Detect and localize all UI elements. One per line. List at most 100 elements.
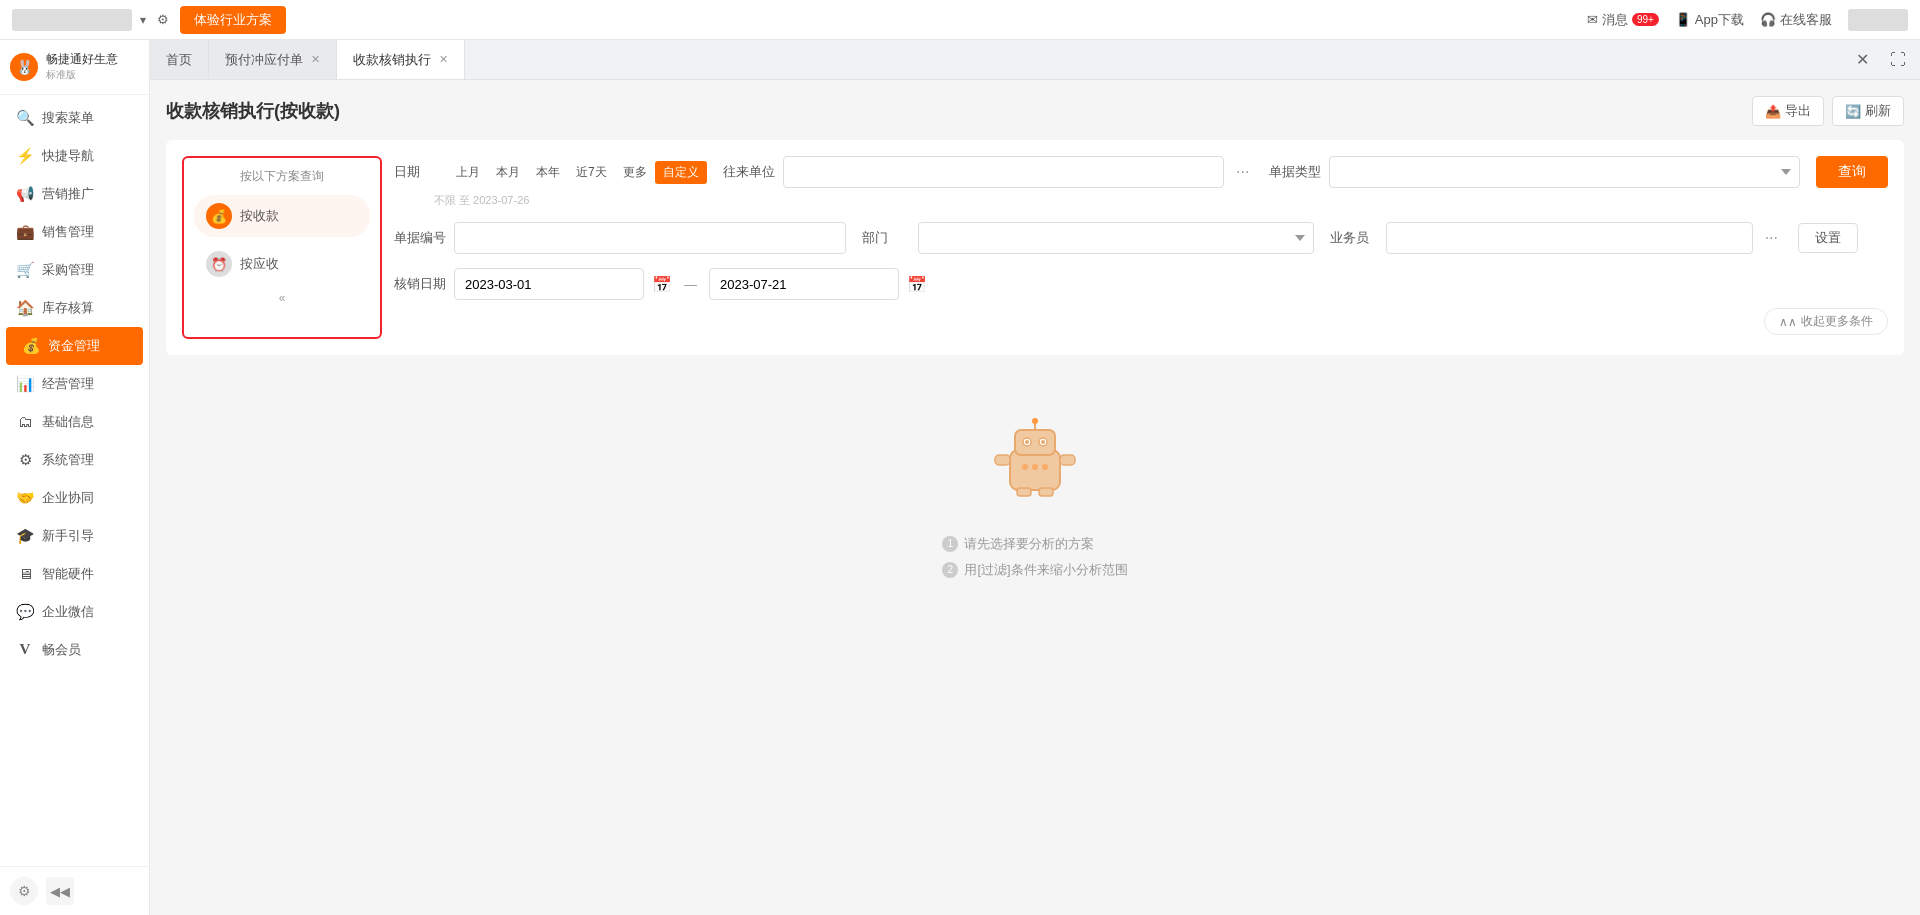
by-receivable-label: 按应收 <box>240 255 279 273</box>
dropdown-arrow: ▾ <box>140 13 146 27</box>
sidebar-label-management: 经营管理 <box>42 375 94 393</box>
service-icon: 🎧 <box>1760 12 1776 27</box>
employee-label: 业务员 <box>1330 229 1378 247</box>
top-bar-dropdown[interactable]: ▾ <box>140 13 146 27</box>
doc-type-label: 单据类型 <box>1269 163 1321 181</box>
tab-payment-verify[interactable]: 收款核销执行 ✕ <box>337 40 465 79</box>
export-label: 导出 <box>1785 102 1811 120</box>
filter-group-date: 日期 上月 本月 本年 近7天 更多 自定义 <box>394 161 707 184</box>
sidebar-item-sales[interactable]: 💼 销售管理 <box>0 213 149 251</box>
service-label: 在线客服 <box>1780 11 1832 29</box>
by-payment-icon: 💰 <box>206 203 232 229</box>
inventory-icon: 🏠 <box>16 299 34 317</box>
sidebar-item-member[interactable]: V 畅会员 <box>0 631 149 669</box>
svg-rect-14 <box>1039 488 1053 496</box>
filter-scheme-panel: 按以下方案查询 💰 按收款 ⏰ 按应收 « <box>182 156 382 339</box>
date-tabs: 上月 本月 本年 近7天 更多 自定义 <box>448 161 707 184</box>
doc-no-input[interactable] <box>454 222 846 254</box>
search-icon: 🔍 <box>16 109 34 127</box>
query-button[interactable]: 查询 <box>1816 156 1888 188</box>
message-badge: 99+ <box>1632 13 1659 26</box>
verify-date-start-input[interactable] <box>454 268 644 300</box>
solution-button[interactable]: 体验行业方案 <box>180 6 286 34</box>
date-tab-custom[interactable]: 自定义 <box>655 161 707 184</box>
sidebar-item-shortcut[interactable]: ⚡ 快捷导航 <box>0 137 149 175</box>
sidebar-item-wechat[interactable]: 💬 企业微信 <box>0 593 149 631</box>
employee-input[interactable] <box>1386 222 1753 254</box>
date-tab-this-month[interactable]: 本月 <box>488 161 528 184</box>
tab-home[interactable]: 首页 <box>150 40 209 79</box>
tab-payment-verify-label: 收款核销执行 <box>353 51 431 69</box>
cooperation-icon: 🤝 <box>16 489 34 507</box>
sidebar-item-finance[interactable]: 💰 资金管理 <box>6 327 143 365</box>
filter-collapse-btn[interactable]: « <box>194 291 370 305</box>
tip-num-2: 2 <box>942 562 958 578</box>
svg-point-12 <box>1042 464 1048 470</box>
svg-rect-13 <box>1017 488 1031 496</box>
date-hint-text: 不限 至 2023-07-26 <box>434 194 529 206</box>
date-tab-this-year[interactable]: 本年 <box>528 161 568 184</box>
wechat-icon: 💬 <box>16 603 34 621</box>
sidebar-item-basic[interactable]: 🗂 基础信息 <box>0 403 149 441</box>
dept-select[interactable] <box>918 222 1314 254</box>
tab-close-all-button[interactable]: ✕ <box>1848 46 1876 74</box>
sidebar-item-search[interactable]: 🔍 搜索菜单 <box>0 99 149 137</box>
sidebar-label-system: 系统管理 <box>42 451 94 469</box>
sidebar-item-cooperation[interactable]: 🤝 企业协同 <box>0 479 149 517</box>
app-download-item[interactable]: 📱 App下载 <box>1675 11 1744 29</box>
settings-action: 设置 <box>1798 223 1888 253</box>
sidebar-item-guide[interactable]: 🎓 新手引导 <box>0 517 149 555</box>
date-tab-7days[interactable]: 近7天 <box>568 161 615 184</box>
top-bar-gear-icon[interactable]: ⚙ <box>154 11 172 29</box>
user-avatar[interactable] <box>1848 9 1908 31</box>
empty-tip-1: 1 请先选择要分析的方案 <box>942 531 1127 557</box>
tab-prepay-close[interactable]: ✕ <box>311 53 320 66</box>
doc-type-select[interactable] <box>1329 156 1800 188</box>
sidebar: 🐰 畅捷通好生意 标准版 🔍 搜索菜单 ⚡ 快捷导航 📢 营销推广 💼 销售管理 <box>0 40 150 915</box>
sidebar-settings-button[interactable]: ⚙ <box>10 877 38 905</box>
filter-option-by-payment[interactable]: 💰 按收款 <box>194 195 370 237</box>
content-area: 首页 预付冲应付单 ✕ 收款核销执行 ✕ ✕ ⛶ 收款核销执行(按收款) <box>150 40 1920 915</box>
date-hint-row: 不限 至 2023-07-26 <box>434 192 1888 208</box>
export-button[interactable]: 📤 导出 <box>1752 96 1824 126</box>
sales-icon: 💼 <box>16 223 34 241</box>
verify-date-label: 核销日期 <box>394 275 446 293</box>
tab-home-label: 首页 <box>166 51 192 69</box>
sidebar-item-marketing[interactable]: 📢 营销推广 <box>0 175 149 213</box>
filter-option-by-receivable[interactable]: ⏰ 按应收 <box>194 243 370 285</box>
settings-button[interactable]: 设置 <box>1798 223 1858 253</box>
refresh-button[interactable]: 🔄 刷新 <box>1832 96 1904 126</box>
message-item[interactable]: ✉ 消息 99+ <box>1587 11 1659 29</box>
sidebar-label-finance: 资金管理 <box>48 337 100 355</box>
employee-ellipsis-icon[interactable]: ··· <box>1761 229 1782 247</box>
top-bar-right: ✉ 消息 99+ 📱 App下载 🎧 在线客服 <box>1587 9 1908 31</box>
sidebar-item-system[interactable]: ⚙ 系统管理 <box>0 441 149 479</box>
service-item[interactable]: 🎧 在线客服 <box>1760 11 1832 29</box>
tab-prepay[interactable]: 预付冲应付单 ✕ <box>209 40 337 79</box>
main-layout: 🐰 畅捷通好生意 标准版 🔍 搜索菜单 ⚡ 快捷导航 📢 营销推广 💼 销售管理 <box>0 40 1920 915</box>
svg-point-11 <box>1032 464 1038 470</box>
filter-conditions: 日期 上月 本月 本年 近7天 更多 自定义 <box>394 156 1888 339</box>
verify-date-end-cal-icon[interactable]: 📅 <box>907 275 927 294</box>
date-tab-last-month[interactable]: 上月 <box>448 161 488 184</box>
collapse-more-button[interactable]: ∧∧ 收起更多条件 <box>1764 308 1888 335</box>
date-tab-more[interactable]: 更多 <box>615 161 655 184</box>
partner-ellipsis-icon[interactable]: ··· <box>1232 163 1253 181</box>
sidebar-item-inventory[interactable]: 🏠 库存核算 <box>0 289 149 327</box>
empty-state: 1 请先选择要分析的方案 2 用[过滤]条件来缩小分析范围 <box>166 355 1904 643</box>
svg-rect-1 <box>1015 430 1055 455</box>
verify-date-start-cal-icon[interactable]: 📅 <box>652 275 672 294</box>
tab-payment-verify-close[interactable]: ✕ <box>439 53 448 66</box>
sidebar-item-management[interactable]: 📊 经营管理 <box>0 365 149 403</box>
partner-input[interactable] <box>783 156 1224 188</box>
sidebar-item-hardware[interactable]: 🖥 智能硬件 <box>0 555 149 593</box>
svg-point-10 <box>1022 464 1028 470</box>
sidebar-collapse-button[interactable]: ◀◀ <box>46 877 74 905</box>
sidebar-logo: 🐰 畅捷通好生意 标准版 <box>0 40 149 95</box>
sidebar-item-purchase[interactable]: 🛒 采购管理 <box>0 251 149 289</box>
sidebar-label-cooperation: 企业协同 <box>42 489 94 507</box>
shortcut-icon: ⚡ <box>16 147 34 165</box>
verify-date-end-input[interactable] <box>709 268 899 300</box>
sidebar-label-sales: 销售管理 <box>42 223 94 241</box>
tab-fullscreen-button[interactable]: ⛶ <box>1884 46 1912 74</box>
